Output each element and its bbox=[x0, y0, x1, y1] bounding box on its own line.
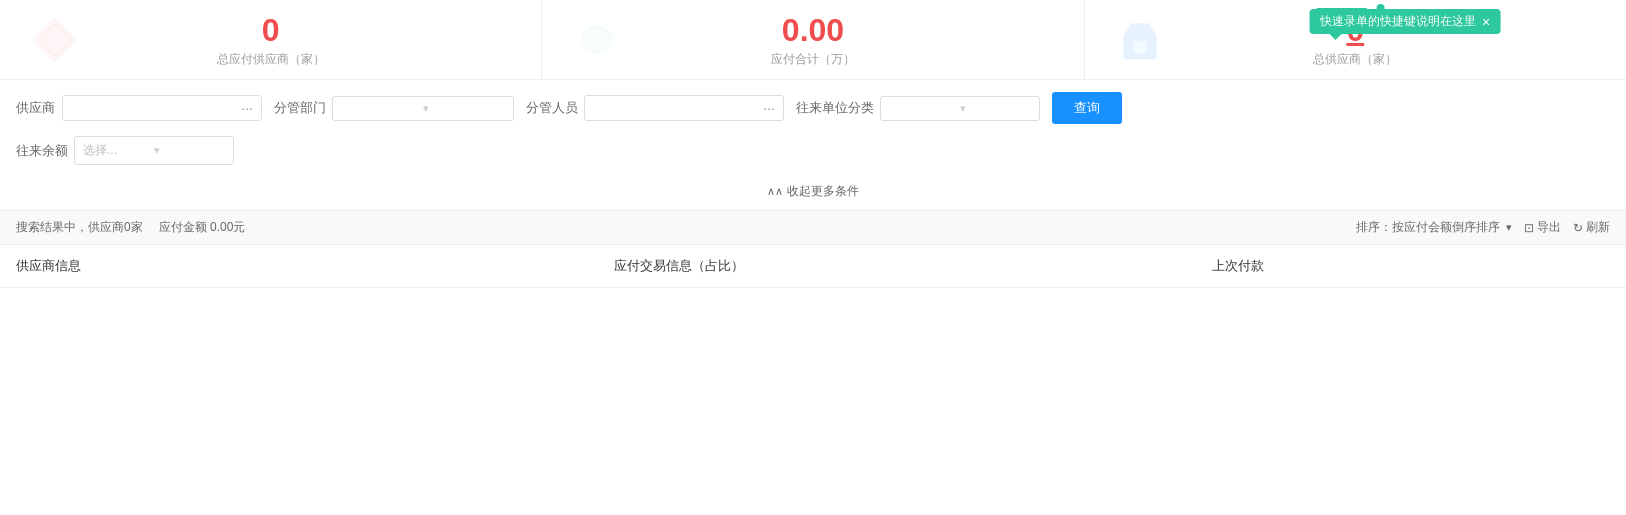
export-label: 导出 bbox=[1537, 219, 1561, 236]
store-icon bbox=[1115, 15, 1165, 65]
data-table: 供应商信息 应付交易信息（占比） 上次付款 bbox=[0, 245, 1626, 515]
unit-category-label: 往来单位分类 bbox=[796, 99, 874, 117]
supplier-more-button[interactable]: ··· bbox=[233, 96, 261, 120]
department-select[interactable]: ▾ bbox=[332, 96, 514, 121]
stat-total-suppliers: 快速录单的快捷键说明在这里 × 0 总供应商（家） bbox=[1085, 0, 1626, 79]
collapse-button[interactable]: ∧∧ 收起更多条件 bbox=[767, 183, 859, 200]
collapse-row: ∧∧ 收起更多条件 bbox=[16, 177, 1610, 210]
tooltip-bubble: 快速录单的快捷键说明在这里 × bbox=[1310, 9, 1500, 34]
filter-row-1: 供应商 ··· 分管部门 ▾ 分管人员 ··· 往来单位分类 bbox=[16, 92, 1610, 124]
search-result-text: 搜索结果中，供应商0家 bbox=[16, 219, 143, 236]
balance-chevron-icon: ▾ bbox=[154, 144, 225, 157]
col-transaction-header: 应付交易信息（占比） bbox=[614, 257, 1212, 275]
refresh-icon: ↻ bbox=[1573, 221, 1583, 235]
collapse-label: 收起更多条件 bbox=[787, 183, 859, 200]
unit-category-chevron-icon: ▾ bbox=[960, 102, 1031, 115]
person-label: 分管人员 bbox=[526, 99, 578, 117]
piggy-icon bbox=[572, 15, 622, 65]
table-body bbox=[0, 288, 1626, 515]
balance-select[interactable]: 选择... ▾ bbox=[74, 136, 234, 165]
result-actions: 排序：按应付会额倒序排序 ▾ ⊡ 导出 ↻ 刷新 bbox=[1356, 219, 1610, 236]
person-input-wrapper: ··· bbox=[584, 95, 784, 121]
export-icon: ⊡ bbox=[1524, 221, 1534, 235]
sort-label: 排序：按应付会额倒序排序 bbox=[1356, 219, 1500, 236]
col-last-payment-header: 上次付款 bbox=[1212, 257, 1611, 275]
amount-result-text: 应付金额 0.00元 bbox=[159, 219, 246, 236]
sort-dropdown[interactable]: 排序：按应付会额倒序排序 ▾ bbox=[1356, 219, 1512, 236]
department-filter: 分管部门 ▾ bbox=[274, 96, 514, 121]
tooltip-text: 快速录单的快捷键说明在这里 bbox=[1320, 13, 1476, 30]
refresh-button[interactable]: ↻ 刷新 bbox=[1573, 219, 1610, 236]
supplier-input[interactable] bbox=[63, 96, 233, 120]
svg-rect-6 bbox=[1133, 41, 1146, 53]
diamond-icon bbox=[30, 15, 80, 65]
supplier-label: 供应商 bbox=[16, 99, 56, 117]
stats-bar: 0 总应付供应商（家） 0.00 应付合计（万） 快速录单的快捷键说明在这里 × bbox=[0, 0, 1626, 80]
balance-select-value: 选择... bbox=[83, 142, 154, 159]
result-bar: 搜索结果中，供应商0家 应付金额 0.00元 排序：按应付会额倒序排序 ▾ ⊡ … bbox=[0, 211, 1626, 245]
supplier-input-wrapper: ··· bbox=[62, 95, 262, 121]
supplier-filter: 供应商 ··· bbox=[16, 95, 262, 121]
stat-total-payable-amount: 0.00 应付合计（万） bbox=[542, 0, 1084, 79]
payable-amount-count: 0.00 bbox=[782, 11, 844, 49]
refresh-label: 刷新 bbox=[1586, 219, 1610, 236]
col-supplier-header: 供应商信息 bbox=[16, 257, 614, 275]
query-button[interactable]: 查询 bbox=[1052, 92, 1122, 124]
export-button[interactable]: ⊡ 导出 bbox=[1524, 219, 1561, 236]
balance-label: 往来余额 bbox=[16, 142, 68, 160]
unit-category-filter: 往来单位分类 ▾ bbox=[796, 96, 1040, 121]
tooltip-close-button[interactable]: × bbox=[1482, 15, 1490, 29]
person-more-button[interactable]: ··· bbox=[755, 96, 783, 120]
chevron-up-icon: ∧∧ bbox=[767, 185, 783, 198]
department-chevron-icon: ▾ bbox=[423, 102, 505, 115]
filter-bar: 供应商 ··· 分管部门 ▾ 分管人员 ··· 往来单位分类 bbox=[0, 80, 1626, 211]
balance-filter: 往来余额 选择... ▾ bbox=[16, 136, 234, 165]
sort-chevron-icon: ▾ bbox=[1506, 221, 1512, 234]
unit-category-select[interactable]: ▾ bbox=[880, 96, 1040, 121]
filter-row-2: 往来余额 选择... ▾ bbox=[16, 136, 1610, 165]
svg-point-2 bbox=[584, 25, 611, 52]
total-suppliers-label: 总供应商（家） bbox=[1313, 51, 1397, 68]
svg-point-4 bbox=[591, 35, 594, 38]
stat-total-payable-suppliers: 0 总应付供应商（家） bbox=[0, 0, 542, 79]
payable-suppliers-count: 0 bbox=[262, 11, 280, 49]
payable-amount-label: 应付合计（万） bbox=[771, 51, 855, 68]
person-filter: 分管人员 ··· bbox=[526, 95, 784, 121]
table-header: 供应商信息 应付交易信息（占比） 上次付款 bbox=[0, 245, 1626, 288]
person-input[interactable] bbox=[585, 96, 755, 120]
department-label: 分管部门 bbox=[274, 99, 326, 117]
payable-suppliers-label: 总应付供应商（家） bbox=[217, 51, 325, 68]
result-info: 搜索结果中，供应商0家 应付金额 0.00元 bbox=[16, 219, 245, 236]
